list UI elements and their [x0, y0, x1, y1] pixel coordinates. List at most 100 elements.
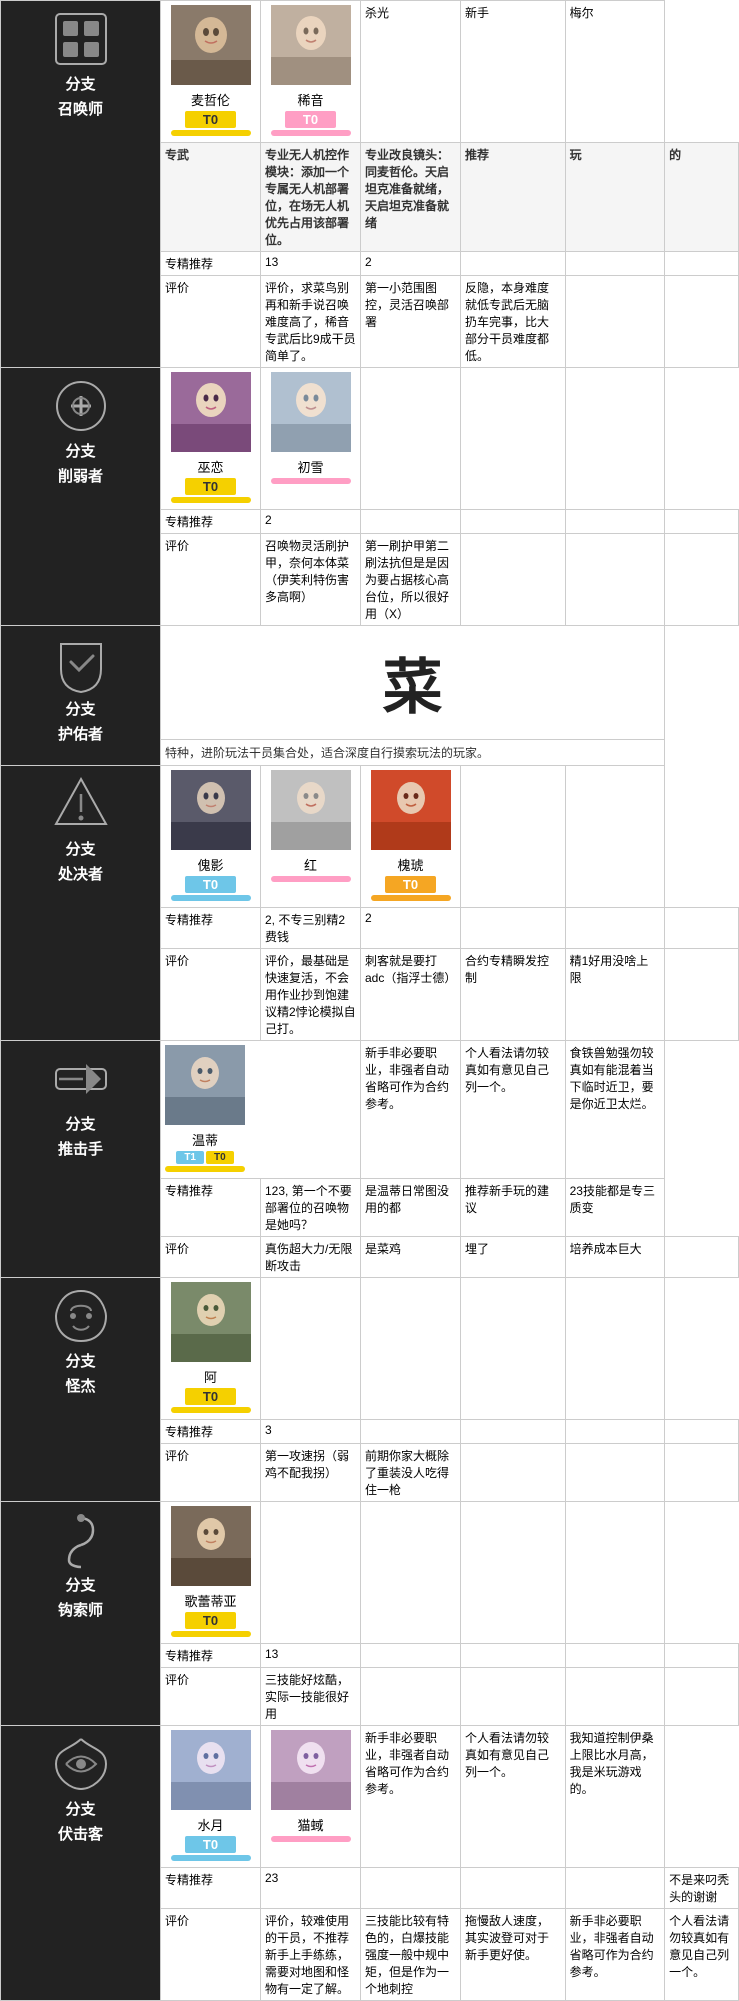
weapon-c5: 的	[665, 143, 739, 252]
ambusher-newbie: 新手非必要职业，非强者自动省略可作为合约参考。	[361, 1726, 461, 1868]
char-name-piaoe: 猫蜮	[265, 1815, 356, 1834]
portrait-chuxue	[271, 372, 351, 452]
mastery-ambusher-c5: 不是来叼秃头的谢谢	[665, 1868, 739, 1909]
main-table: 分支 召唤师 麦哲伦 T0	[0, 0, 739, 2001]
weakener-c4	[461, 368, 566, 510]
portrait-hong	[271, 770, 351, 850]
eval-pusher-2: 是菜鸡	[361, 1237, 461, 1278]
eval-ambusher-3: 拖慢敌人速度，其实波登可对于新手更好使。	[461, 1909, 566, 2001]
char-name-hong: 红	[265, 855, 356, 874]
eval-kuaiku: 合约专精瞬发控制	[461, 949, 566, 1041]
label-weapon: 专武	[161, 143, 261, 252]
branch-icon-ambusher	[5, 1734, 156, 1794]
table-row: 分支 推击手	[1, 1041, 739, 1179]
portrait-shuiyue	[171, 1730, 251, 1810]
char-cell-maiyuelun: 麦哲伦 T0	[161, 1, 261, 143]
char-name-gandiya: 歌蕾蒂亚	[165, 1591, 256, 1610]
mastery-label-ambusher: 专精推荐	[161, 1868, 261, 1909]
eval-ambusher-5: 个人看法请勿较真如有意见自己列一个。	[665, 1909, 739, 2001]
ambusher-ishan: 我知道控制伊桑上限比水月高，我是米玩游戏的。	[565, 1726, 664, 1868]
mastery-executor-2: 2	[361, 908, 461, 949]
tier-chuxue	[271, 478, 351, 484]
mastery-label-hooker: 专精推荐	[161, 1644, 261, 1668]
char-cell-guiying: 傀影 T0	[161, 766, 261, 908]
branch-name-weird: 怪杰	[5, 1375, 156, 1396]
ambusher-opinion: 个人看法请勿较真如有意见自己列一个。	[461, 1726, 566, 1868]
eval-executor-c5	[665, 949, 739, 1041]
mastery-weakener-c3	[461, 510, 566, 534]
badge-maiyuelun: T0	[185, 111, 236, 128]
eval-weakener-c5	[665, 534, 739, 626]
mastery-pusher-1: 123, 第一个不要部署位的召唤物是她吗？	[261, 1179, 361, 1237]
badge-a: T0	[185, 1388, 236, 1405]
hooker-c3	[361, 1502, 461, 1644]
mastery-c5	[665, 252, 739, 276]
badge-wenshao-t0: T0	[206, 1151, 234, 1164]
branch-ambusher: 分支 伏击客	[1, 1726, 161, 2001]
mastery-ambusher-c4	[565, 1868, 664, 1909]
badge-guiying: T0	[185, 876, 236, 893]
mastery-ambusher-1: 23	[261, 1868, 361, 1909]
mastery-executor-c4	[565, 908, 664, 949]
branch-pusher: 分支 推击手	[1, 1041, 161, 1278]
eval-label-ambusher: 评价	[161, 1909, 261, 2001]
eval-hong: 刺客就是要打 adc（指浮士德）	[361, 949, 461, 1041]
tier-gandiya	[171, 1631, 251, 1637]
branch-summoner: 分支 召唤师	[1, 1, 161, 368]
badge-shuiyue: T0	[185, 1836, 236, 1853]
eval-xiyin: 第一小范围图控，灵活召唤部署	[361, 276, 461, 368]
hooker-c4	[461, 1502, 566, 1644]
char-cell-wenshao: 温蒂 T1 T0	[161, 1041, 361, 1179]
tier-wulian	[171, 497, 251, 503]
protector-big-text: 菜	[161, 626, 665, 740]
char-cell-shuiyue: 水月 T0	[161, 1726, 261, 1868]
weird-c3	[361, 1278, 461, 1420]
eval-label-pusher: 评价	[161, 1237, 261, 1278]
pusher-newbie: 新手非必要职业，非强者自动省略可作为合约参考。	[361, 1041, 461, 1179]
executor-c5	[565, 766, 664, 908]
portrait-gandiya	[171, 1506, 251, 1586]
branch-prefix-weakener: 分支	[5, 440, 156, 461]
table-row: 分支 削弱者 巫恋 T0	[1, 368, 739, 510]
hooker-c2	[261, 1502, 361, 1644]
branch-name-summoner: 召唤师	[5, 98, 156, 119]
mastery-ambusher-c3	[461, 1868, 566, 1909]
portrait-guiying	[171, 770, 251, 850]
eval-weakener-c3	[461, 534, 566, 626]
char-cell-wulian: 巫恋 T0	[161, 368, 261, 510]
char-cell-hong: 红	[261, 766, 361, 908]
branch-icon-weakener	[5, 376, 156, 436]
weird-c4	[461, 1278, 566, 1420]
mastery-hooker-c3	[461, 1644, 566, 1668]
mastery-weakener-c2	[361, 510, 461, 534]
mastery-weakener: 2	[261, 510, 361, 534]
eval-pusher-5	[665, 1237, 739, 1278]
eval-hooker-c2	[361, 1668, 461, 1726]
protector-cai: 菜	[165, 629, 660, 736]
eval-piaoe: 三技能比较有特色的，白爆技能强度一般中规中矩，但是作为一个地刺控	[361, 1909, 461, 2001]
protector-note: 特种，进阶玩法干员集合处，适合深度自行摸索玩法的玩家。	[161, 740, 665, 766]
char-name-xiyin: 稀音	[265, 90, 356, 109]
eval-label-executor: 评价	[161, 949, 261, 1041]
branch-name-weakener: 削弱者	[5, 465, 156, 486]
portrait-maiyuelun	[171, 5, 251, 85]
mastery-weird-c3	[461, 1420, 566, 1444]
pusher-tiezhousheng: 食铁兽勉强勿较真如有能混着当下临时近卫，要是你近卫太烂。	[565, 1041, 664, 1179]
branch-name-executor: 处决者	[5, 863, 156, 884]
tier-kuaiku	[371, 895, 451, 901]
char-name-wenshao: 温蒂	[165, 1130, 245, 1149]
branch-prefix-weird: 分支	[5, 1350, 156, 1371]
mastery-weakener-c4	[565, 510, 664, 534]
branch-prefix-hooker: 分支	[5, 1574, 156, 1595]
eval-weird-c5	[665, 1444, 739, 1502]
branch-icon-protector	[5, 634, 156, 694]
branch-executor: 分支 处决者	[1, 766, 161, 1041]
tier-shuiyue	[171, 1855, 251, 1861]
portrait-kuaiku	[371, 770, 451, 850]
eval-a: 第一攻速拐（弱鸡不配我拐）	[261, 1444, 361, 1502]
branch-name-pusher: 推击手	[5, 1138, 156, 1159]
pusher-opinion: 个人看法请勿较真如有意见自己列一个。	[461, 1041, 566, 1179]
branch-icon-pusher	[5, 1049, 156, 1109]
mastery-weird: 3	[261, 1420, 361, 1444]
mastery-executor-c3	[461, 908, 566, 949]
